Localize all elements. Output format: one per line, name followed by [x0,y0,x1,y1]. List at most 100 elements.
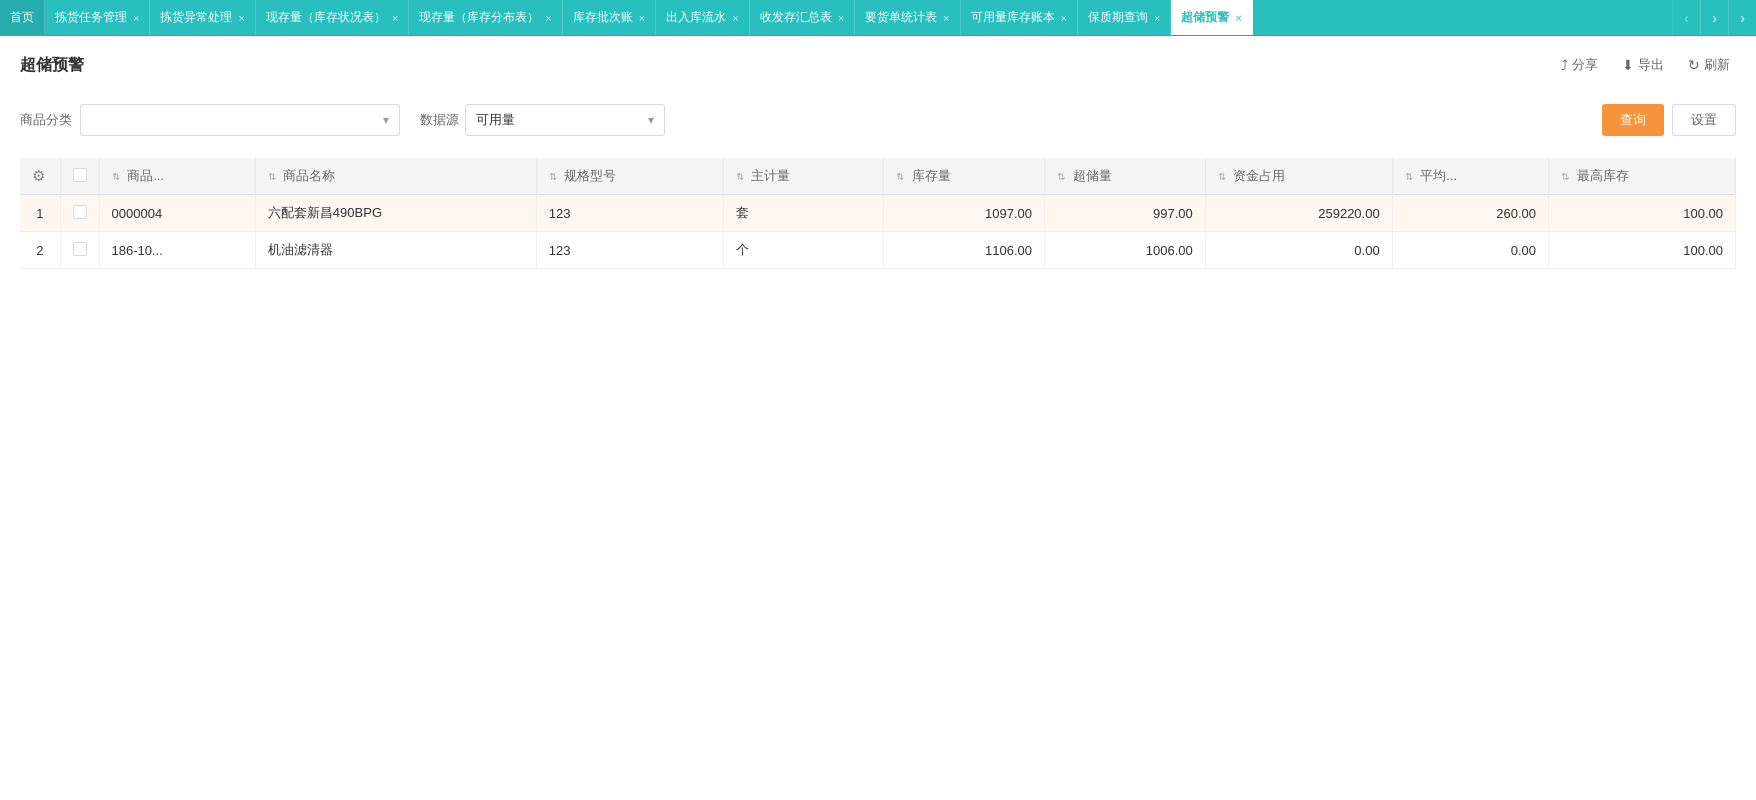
nav-tab-10-close[interactable]: × [1154,12,1160,24]
data-table: ⚙ ⇅ 商品... ⇅ 商品名称 ⇅ 规格型号 ⇅ [20,158,1736,269]
nav-tab-8-close[interactable]: × [943,12,949,24]
cell-capital: 259220.00 [1205,195,1392,232]
col-product-name[interactable]: ⇅ 商品名称 [255,158,536,195]
nav-tab-3-label: 现存量（库存状况表） [266,9,386,26]
nav-tab-10[interactable]: 保质期查询 × [1078,0,1171,36]
nav-tab-1-label: 拣货任务管理 [55,9,127,26]
cell-unit: 个 [723,232,884,269]
nav-tab-5-label: 库存批次账 [573,9,633,26]
nav-tab-11-close[interactable]: × [1235,12,1241,24]
col-check-header [60,158,99,195]
col-overstock[interactable]: ⇅ 超储量 [1045,158,1206,195]
nav-tab-11[interactable]: 超储预警 × [1171,0,1252,36]
header-actions: ⤴ 分享 ⬇ 导出 ↻ 刷新 [1555,52,1736,78]
sort-icon-name: ⇅ [268,171,276,182]
nav-tab-5[interactable]: 库存批次账 × [563,0,656,36]
col-overstock-label: 超储量 [1073,168,1112,183]
cell-max-stock: 100.00 [1549,232,1736,269]
refresh-icon: ↻ [1688,57,1700,73]
col-product-code[interactable]: ⇅ 商品... [99,158,255,195]
nav-tab-home[interactable]: 首页 [0,0,45,36]
nav-tab-2[interactable]: 拣货异常处理 × [150,0,255,36]
row-check[interactable] [60,195,99,232]
page-content: 超储预警 ⤴ 分享 ⬇ 导出 ↻ 刷新 商品分类 ▾ 数据源 [0,36,1756,800]
row-num: 1 [20,195,60,232]
sort-icon-avg: ⇅ [1405,171,1413,182]
nav-tab-1-close[interactable]: × [133,12,139,24]
datasource-label: 数据源 [420,111,459,129]
row-checkbox[interactable] [73,242,87,256]
filter-bar: 商品分类 ▾ 数据源 可用量 ▾ 查询 设置 [20,94,1736,146]
nav-prev-btn[interactable]: ‹ [1672,0,1700,36]
nav-tab-9-close[interactable]: × [1061,12,1067,24]
sort-icon-stock: ⇅ [896,171,904,182]
col-spec-label: 规格型号 [564,168,616,183]
col-avg[interactable]: ⇅ 平均... [1392,158,1548,195]
nav-tab-4[interactable]: 现存量（库存分布表） × [409,0,562,36]
col-max-stock-label: 最高库存 [1577,168,1629,183]
share-button[interactable]: ⤴ 分享 [1555,52,1604,78]
col-stock[interactable]: ⇅ 库存量 [884,158,1045,195]
cell-max-stock: 100.00 [1549,195,1736,232]
export-button[interactable]: ⬇ 导出 [1616,52,1670,78]
nav-tab-8[interactable]: 要货单统计表 × [855,0,960,36]
sort-icon-max: ⇅ [1561,171,1569,182]
nav-tab-7-close[interactable]: × [838,12,844,24]
category-arrow-icon: ▾ [383,113,389,127]
cell-unit: 套 [723,195,884,232]
cell-overstock: 1006.00 [1045,232,1206,269]
nav-tab-1[interactable]: 拣货任务管理 × [45,0,150,36]
nav-tab-6-label: 出入库流水 [666,9,726,26]
nav-tab-3-close[interactable]: × [392,12,398,24]
cell-avg: 260.00 [1392,195,1548,232]
cell-product-code: 0000004 [99,195,255,232]
sort-icon-spec: ⇅ [549,171,557,182]
table-row: 2 186-10... 机油滤清器 123 个 1106.00 1006.00 … [20,232,1736,269]
select-all-checkbox[interactable] [73,168,87,182]
datasource-select[interactable]: 可用量 ▾ [465,104,665,136]
query-button[interactable]: 查询 [1602,104,1664,136]
row-checkbox[interactable] [73,205,87,219]
nav-tab-home-label: 首页 [10,9,34,26]
filter-actions: 查询 设置 [1602,104,1736,136]
nav-tab-10-label: 保质期查询 [1088,9,1148,26]
settings-gear-icon[interactable]: ⚙ [32,167,45,185]
nav-tab-6-close[interactable]: × [732,12,738,24]
nav-tab-7[interactable]: 收发存汇总表 × [750,0,855,36]
nav-arrows: ‹ › › [1672,0,1756,36]
nav-tab-2-close[interactable]: × [238,12,244,24]
nav-tab-6[interactable]: 出入库流水 × [656,0,749,36]
nav-more-btn[interactable]: › [1728,0,1756,36]
sort-icon-code: ⇅ [112,171,120,182]
col-gear: ⚙ [20,158,60,195]
share-label: 分享 [1572,56,1598,74]
nav-tab-3[interactable]: 现存量（库存状况表） × [256,0,409,36]
cell-product-name: 机油滤清器 [255,232,536,269]
cell-capital: 0.00 [1205,232,1392,269]
nav-tab-5-close[interactable]: × [639,12,645,24]
refresh-label: 刷新 [1704,56,1730,74]
cell-spec: 123 [536,195,723,232]
settings-button[interactable]: 设置 [1672,104,1736,136]
cell-stock: 1097.00 [884,195,1045,232]
sort-icon-unit: ⇅ [736,171,744,182]
col-capital[interactable]: ⇅ 资金占用 [1205,158,1392,195]
row-check[interactable] [60,232,99,269]
nav-next-btn[interactable]: › [1700,0,1728,36]
col-unit[interactable]: ⇅ 主计量 [723,158,884,195]
col-product-name-label: 商品名称 [283,168,335,183]
col-capital-label: 资金占用 [1233,168,1285,183]
nav-tab-4-close[interactable]: × [545,12,551,24]
refresh-button[interactable]: ↻ 刷新 [1682,52,1736,78]
col-max-stock[interactable]: ⇅ 最高库存 [1549,158,1736,195]
sort-icon-capital: ⇅ [1218,171,1226,182]
nav-tab-9[interactable]: 可用量库存账本 × [961,0,1078,36]
datasource-arrow-icon: ▾ [648,113,654,127]
cell-product-code: 186-10... [99,232,255,269]
nav-tab-7-label: 收发存汇总表 [760,9,832,26]
category-select[interactable]: ▾ [80,104,400,136]
col-spec[interactable]: ⇅ 规格型号 [536,158,723,195]
nav-tab-11-label: 超储预警 [1181,9,1229,26]
row-num: 2 [20,232,60,269]
share-icon: ⤴ [1561,57,1568,73]
